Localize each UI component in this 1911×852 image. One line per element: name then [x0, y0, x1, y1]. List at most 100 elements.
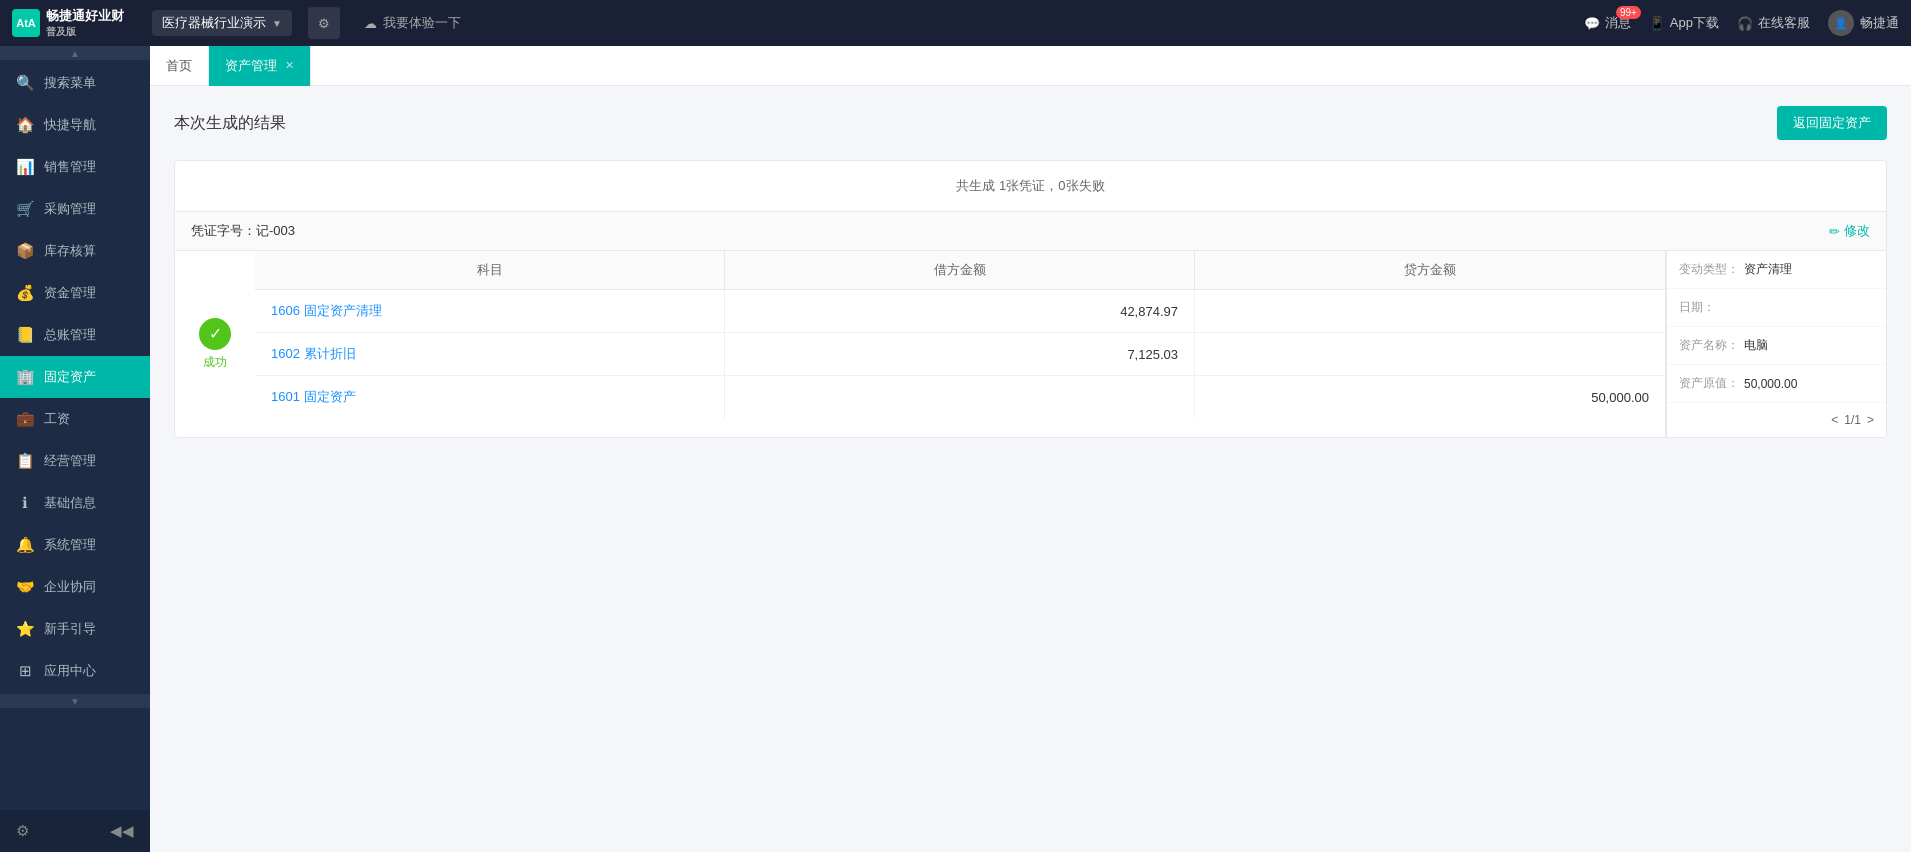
- home-icon: 🏠: [16, 116, 34, 134]
- change-type-label: 变动类型：: [1679, 261, 1744, 278]
- row1-account[interactable]: 1606 固定资产清理: [255, 290, 725, 332]
- app-download-button[interactable]: 📱 App下载: [1649, 14, 1719, 32]
- clipboard-icon: 📋: [16, 452, 34, 470]
- voucher-section: 凭证字号：记-003 ✏ 修改 ✓ 成功: [175, 212, 1886, 437]
- sidebar-item-inventory[interactable]: 📦 库存核算: [0, 230, 150, 272]
- logo-text: 畅捷通好业财: [46, 7, 124, 25]
- chart-icon: 📊: [16, 158, 34, 176]
- edit-button[interactable]: ✏ 修改: [1829, 222, 1870, 240]
- sidebar-item-system[interactable]: 🔔 系统管理: [0, 524, 150, 566]
- message-badge: 99+: [1616, 6, 1641, 19]
- search-icon: 🔍: [16, 74, 34, 92]
- original-value-label: 资产原值：: [1679, 375, 1744, 392]
- row3-account[interactable]: 1601 固定资产: [255, 376, 725, 418]
- trial-label: 我要体验一下: [383, 14, 461, 32]
- sidebar-item-label: 总账管理: [44, 326, 96, 344]
- sidebar-item-label: 新手引导: [44, 620, 96, 638]
- tab-asset-management-label: 资产管理: [225, 57, 277, 75]
- logo-icon: AtA: [12, 9, 40, 37]
- row1-credit: [1195, 290, 1665, 332]
- sidebar-item-salary[interactable]: 💼 工资: [0, 398, 150, 440]
- sidebar-settings-button[interactable]: ⚙: [16, 822, 29, 840]
- sidebar-item-label: 销售管理: [44, 158, 96, 176]
- message-button[interactable]: 💬 消息 99+: [1584, 14, 1631, 32]
- pagination: < 1/1 >: [1667, 403, 1886, 437]
- sidebar-item-label: 经营管理: [44, 452, 96, 470]
- money-icon: 💰: [16, 284, 34, 302]
- sidebar-item-basic-info[interactable]: ℹ 基础信息: [0, 482, 150, 524]
- sidebar-item-label: 资金管理: [44, 284, 96, 302]
- sidebar-item-guide[interactable]: ⭐ 新手引导: [0, 608, 150, 650]
- sidebar: ▲ 🔍 搜索菜单 🏠 快捷导航 📊 销售管理 🛒 采购管理 📦 库存核算: [0, 46, 150, 852]
- table-header: 科目 借方金额 贷方金额: [255, 251, 1665, 290]
- sidebar-item-label: 企业协同: [44, 578, 96, 596]
- star-icon: ⭐: [16, 620, 34, 638]
- sidebar-item-sales[interactable]: 📊 销售管理: [0, 146, 150, 188]
- sidebar-item-app-center[interactable]: ⊞ 应用中心: [0, 650, 150, 692]
- table-row: 1601 固定资产 50,000.00: [255, 376, 1665, 418]
- sidebar-item-quicknav[interactable]: 🏠 快捷导航: [0, 104, 150, 146]
- next-page-button[interactable]: >: [1867, 413, 1874, 427]
- result-summary: 共生成 1张凭证，0张失败: [175, 161, 1886, 212]
- company-name: 医疗器械行业演示: [162, 14, 266, 32]
- briefcase-icon: 💼: [16, 410, 34, 428]
- voucher-header: 凭证字号：记-003 ✏ 修改: [175, 212, 1886, 251]
- date-label: 日期：: [1679, 299, 1744, 316]
- edit-label: 修改: [1844, 222, 1870, 240]
- sidebar-item-operations[interactable]: 📋 经营管理: [0, 440, 150, 482]
- tab-home[interactable]: 首页: [150, 46, 209, 86]
- change-type-value: 资产清理: [1744, 261, 1792, 278]
- sidebar-item-label: 系统管理: [44, 536, 96, 554]
- col-credit: 贷方金额: [1195, 251, 1665, 289]
- scroll-up-button[interactable]: ▲: [0, 46, 150, 60]
- headset-icon: 🎧: [1737, 16, 1753, 31]
- tab-home-label: 首页: [166, 57, 192, 75]
- sidebar-item-label: 基础信息: [44, 494, 96, 512]
- app-download-label: App下载: [1670, 14, 1719, 32]
- row3-credit: 50,000.00: [1195, 376, 1665, 418]
- message-icon: 💬: [1584, 16, 1600, 31]
- prev-page-button[interactable]: <: [1831, 413, 1838, 427]
- user-area[interactable]: 👤 畅捷通: [1828, 10, 1899, 36]
- user-icon: 👤: [1834, 17, 1848, 30]
- summary-text: 共生成 1张凭证，0张失败: [956, 178, 1104, 193]
- page-content: ⤢ ✕ 本次生成的结果 返回固定资产 共生成 1张凭证，0张失败 凭证字号：记-…: [150, 86, 1911, 852]
- return-fixed-assets-button[interactable]: 返回固定资产: [1777, 106, 1887, 140]
- sidebar-item-label: 快捷导航: [44, 116, 96, 134]
- logo-text-group: 畅捷通好业财 普及版: [46, 7, 124, 39]
- header-settings-button[interactable]: ⚙: [308, 7, 340, 39]
- header-left: AtA 畅捷通好业财 普及版 医疗器械行业演示 ▼ ⚙ ☁ 我要体验一下: [12, 7, 461, 39]
- sidebar-collapse-button[interactable]: ◀◀: [110, 822, 134, 840]
- scroll-down-button[interactable]: ▼: [0, 694, 150, 708]
- sidebar-item-purchase[interactable]: 🛒 采购管理: [0, 188, 150, 230]
- sidebar-item-label: 固定资产: [44, 368, 96, 386]
- sidebar-item-ledger[interactable]: 📒 总账管理: [0, 314, 150, 356]
- customer-service-button[interactable]: 🎧 在线客服: [1737, 14, 1810, 32]
- row2-debit: 7,125.03: [725, 333, 1195, 375]
- mobile-icon: 📱: [1649, 16, 1665, 31]
- main-layout: ▲ 🔍 搜索菜单 🏠 快捷导航 📊 销售管理 🛒 采购管理 📦 库存核算: [0, 46, 1911, 852]
- sidebar-item-label: 应用中心: [44, 662, 96, 680]
- dropdown-arrow-icon: ▼: [272, 18, 282, 29]
- tab-asset-management[interactable]: 资产管理 ✕: [209, 46, 311, 86]
- top-header: AtA 畅捷通好业财 普及版 医疗器械行业演示 ▼ ⚙ ☁ 我要体验一下 💬 消…: [0, 0, 1911, 46]
- sidebar-item-label: 搜索菜单: [44, 74, 96, 92]
- sidebar-item-search[interactable]: 🔍 搜索菜单: [0, 62, 150, 104]
- sidebar-item-funds[interactable]: 💰 资金管理: [0, 272, 150, 314]
- row2-account[interactable]: 1602 累计折旧: [255, 333, 725, 375]
- asset-name-label: 资产名称：: [1679, 337, 1744, 354]
- asset-name-value: 电脑: [1744, 337, 1768, 354]
- sidebar-item-fixed-assets[interactable]: 🏢 固定资产: [0, 356, 150, 398]
- tabs-bar: 首页 资产管理 ✕: [150, 46, 1911, 86]
- tab-close-icon[interactable]: ✕: [285, 59, 294, 72]
- box-icon: 📦: [16, 242, 34, 260]
- company-selector[interactable]: 医疗器械行业演示 ▼: [152, 10, 292, 36]
- trial-button[interactable]: ☁ 我要体验一下: [364, 14, 461, 32]
- header-right: 💬 消息 99+ 📱 App下载 🎧 在线客服 👤 畅捷通: [1584, 10, 1899, 36]
- sidebar-item-label: 库存核算: [44, 242, 96, 260]
- sidebar-scroll: ▲ 🔍 搜索菜单 🏠 快捷导航 📊 销售管理 🛒 采购管理 📦 库存核算: [0, 46, 150, 810]
- page-info: 1/1: [1844, 413, 1861, 427]
- date-row: 日期：: [1667, 289, 1886, 327]
- sidebar-item-enterprise[interactable]: 🤝 企业协同: [0, 566, 150, 608]
- ledger-icon: 📒: [16, 326, 34, 344]
